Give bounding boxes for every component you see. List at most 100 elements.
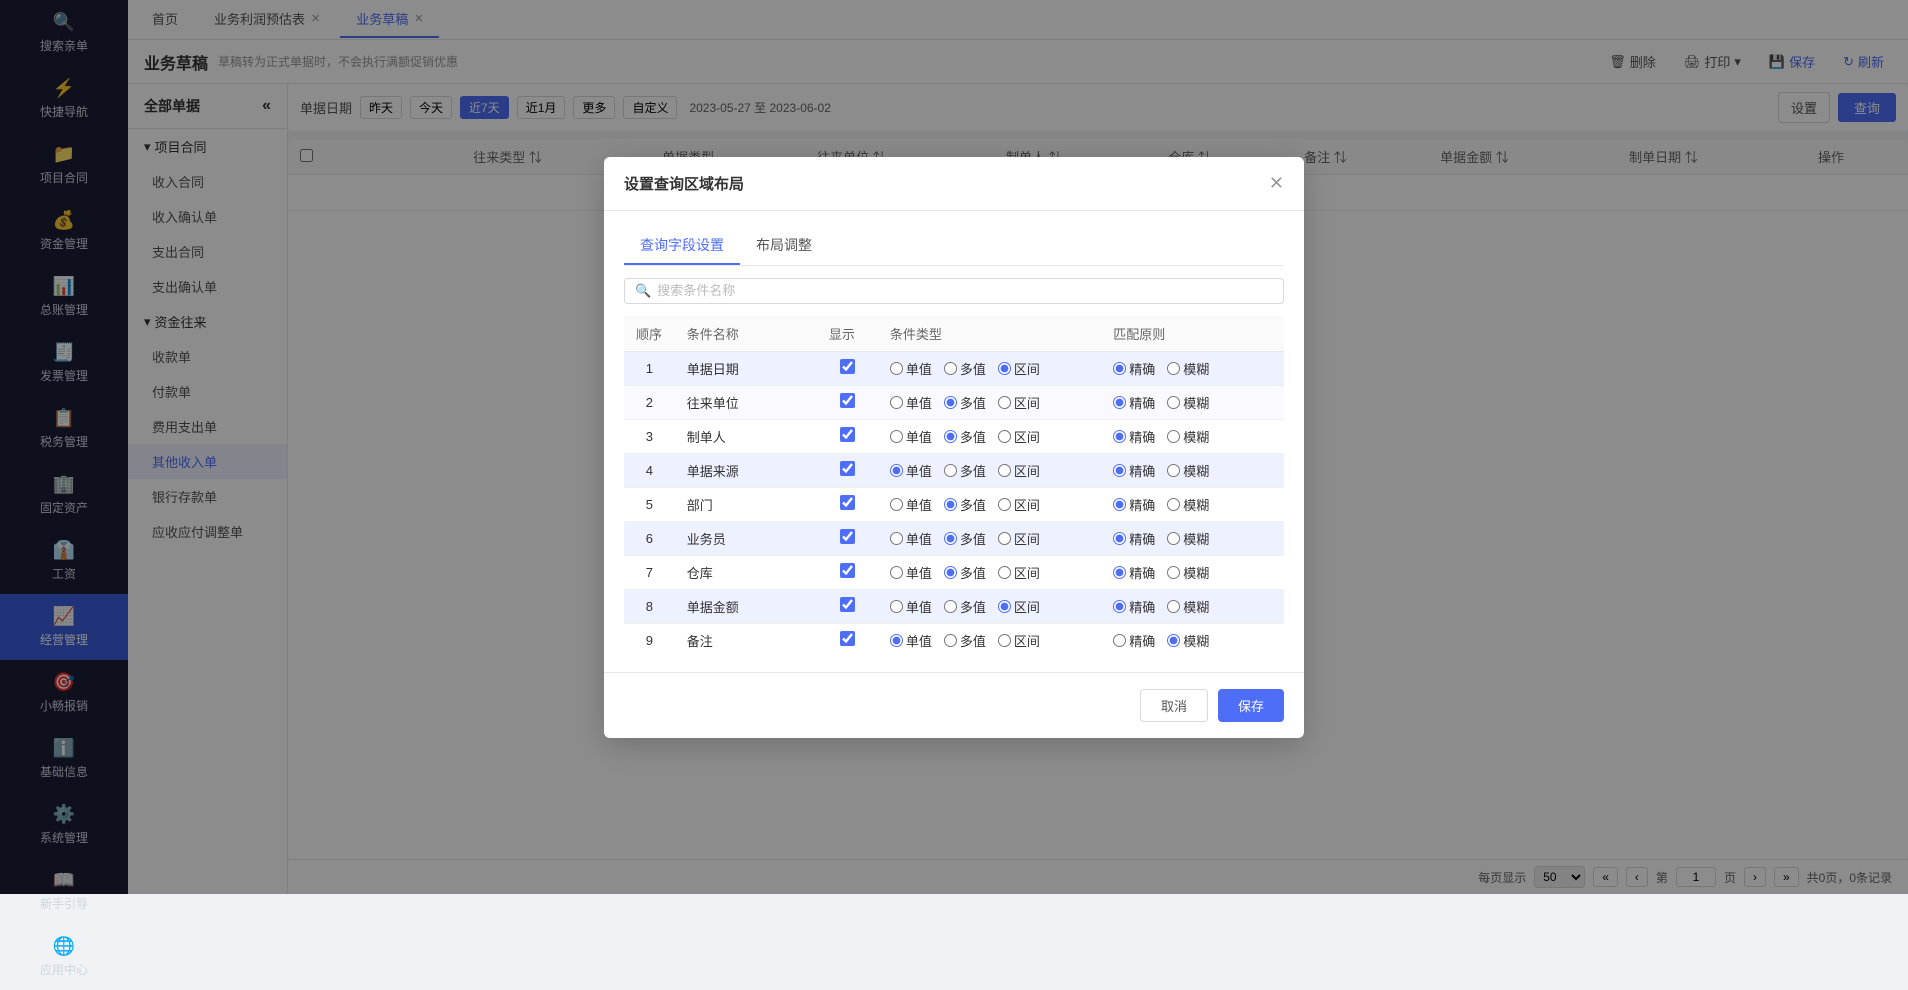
multi-value-radio-label[interactable]: 多值 <box>944 359 986 378</box>
show-checkbox[interactable] <box>840 393 855 408</box>
multi-value-radio-label[interactable]: 多值 <box>944 495 986 514</box>
range-value-radio-label[interactable]: 区间 <box>998 359 1040 378</box>
fuzzy-match-radio-label[interactable]: 模糊 <box>1167 461 1209 480</box>
single-value-radio-label[interactable]: 单值 <box>890 597 932 616</box>
range-value-radio[interactable] <box>998 634 1011 647</box>
range-value-radio[interactable] <box>998 600 1011 613</box>
single-value-radio[interactable] <box>890 464 903 477</box>
exact-match-radio-label[interactable]: 精确 <box>1113 495 1155 514</box>
single-value-radio-label[interactable]: 单值 <box>890 631 932 650</box>
range-value-radio[interactable] <box>998 396 1011 409</box>
exact-match-radio-label[interactable]: 精确 <box>1113 529 1155 548</box>
single-value-radio[interactable] <box>890 362 903 375</box>
show-checkbox[interactable] <box>840 359 855 374</box>
fuzzy-match-radio[interactable] <box>1167 566 1180 579</box>
single-value-radio-label[interactable]: 单值 <box>890 359 932 378</box>
single-value-radio-label[interactable]: 单值 <box>890 427 932 446</box>
exact-match-radio[interactable] <box>1113 634 1126 647</box>
show-checkbox[interactable] <box>840 427 855 442</box>
fuzzy-match-radio[interactable] <box>1167 498 1180 511</box>
exact-match-radio-label[interactable]: 精确 <box>1113 631 1155 650</box>
fuzzy-match-radio[interactable] <box>1167 430 1180 443</box>
fuzzy-match-radio-label[interactable]: 模糊 <box>1167 631 1209 650</box>
fuzzy-match-radio[interactable] <box>1167 396 1180 409</box>
range-value-radio[interactable] <box>998 532 1011 545</box>
modal-tab-layout[interactable]: 布局调整 <box>740 227 828 265</box>
sidebar-item-app[interactable]: 🌐 应用中心 <box>0 924 128 990</box>
fuzzy-match-radio-label[interactable]: 模糊 <box>1167 563 1209 582</box>
show-checkbox[interactable] <box>840 597 855 612</box>
exact-match-radio[interactable] <box>1113 362 1126 375</box>
cancel-button[interactable]: 取消 <box>1140 689 1208 722</box>
fuzzy-match-radio-label[interactable]: 模糊 <box>1167 529 1209 548</box>
show-checkbox[interactable] <box>840 563 855 578</box>
single-value-radio-label[interactable]: 单值 <box>890 529 932 548</box>
fuzzy-match-radio[interactable] <box>1167 600 1180 613</box>
single-value-radio[interactable] <box>890 566 903 579</box>
range-value-radio[interactable] <box>998 566 1011 579</box>
multi-value-radio[interactable] <box>944 566 957 579</box>
multi-value-radio-label[interactable]: 多值 <box>944 631 986 650</box>
single-value-radio-label[interactable]: 单值 <box>890 563 932 582</box>
fuzzy-match-radio[interactable] <box>1167 464 1180 477</box>
show-checkbox[interactable] <box>840 461 855 476</box>
multi-value-radio-label[interactable]: 多值 <box>944 393 986 412</box>
multi-value-radio[interactable] <box>944 362 957 375</box>
exact-match-radio[interactable] <box>1113 600 1126 613</box>
single-value-radio-label[interactable]: 单值 <box>890 495 932 514</box>
multi-value-radio-label[interactable]: 多值 <box>944 563 986 582</box>
fuzzy-match-radio[interactable] <box>1167 532 1180 545</box>
range-value-radio-label[interactable]: 区间 <box>998 393 1040 412</box>
range-value-radio-label[interactable]: 区间 <box>998 461 1040 480</box>
single-value-radio[interactable] <box>890 396 903 409</box>
save-modal-button[interactable]: 保存 <box>1218 689 1284 722</box>
range-value-radio[interactable] <box>998 362 1011 375</box>
exact-match-radio-label[interactable]: 精确 <box>1113 359 1155 378</box>
show-checkbox[interactable] <box>840 495 855 510</box>
fuzzy-match-radio-label[interactable]: 模糊 <box>1167 359 1209 378</box>
single-value-radio[interactable] <box>890 634 903 647</box>
show-checkbox[interactable] <box>840 631 855 646</box>
multi-value-radio[interactable] <box>944 600 957 613</box>
exact-match-radio-label[interactable]: 精确 <box>1113 597 1155 616</box>
multi-value-radio-label[interactable]: 多值 <box>944 461 986 480</box>
exact-match-radio-label[interactable]: 精确 <box>1113 461 1155 480</box>
range-value-radio[interactable] <box>998 430 1011 443</box>
multi-value-radio-label[interactable]: 多值 <box>944 529 986 548</box>
single-value-radio[interactable] <box>890 430 903 443</box>
multi-value-radio[interactable] <box>944 498 957 511</box>
multi-value-radio-label[interactable]: 多值 <box>944 597 986 616</box>
fuzzy-match-radio-label[interactable]: 模糊 <box>1167 427 1209 446</box>
range-value-radio-label[interactable]: 区间 <box>998 529 1040 548</box>
multi-value-radio-label[interactable]: 多值 <box>944 427 986 446</box>
range-value-radio[interactable] <box>998 464 1011 477</box>
range-value-radio-label[interactable]: 区间 <box>998 563 1040 582</box>
exact-match-radio[interactable] <box>1113 464 1126 477</box>
multi-value-radio[interactable] <box>944 532 957 545</box>
exact-match-radio-label[interactable]: 精确 <box>1113 563 1155 582</box>
exact-match-radio[interactable] <box>1113 396 1126 409</box>
exact-match-radio-label[interactable]: 精确 <box>1113 393 1155 412</box>
multi-value-radio[interactable] <box>944 464 957 477</box>
exact-match-radio[interactable] <box>1113 498 1126 511</box>
single-value-radio[interactable] <box>890 532 903 545</box>
fuzzy-match-radio-label[interactable]: 模糊 <box>1167 393 1209 412</box>
show-checkbox[interactable] <box>840 529 855 544</box>
exact-match-radio[interactable] <box>1113 430 1126 443</box>
exact-match-radio-label[interactable]: 精确 <box>1113 427 1155 446</box>
single-value-radio[interactable] <box>890 498 903 511</box>
single-value-radio-label[interactable]: 单值 <box>890 461 932 480</box>
single-value-radio-label[interactable]: 单值 <box>890 393 932 412</box>
fuzzy-match-radio-label[interactable]: 模糊 <box>1167 597 1209 616</box>
range-value-radio-label[interactable]: 区间 <box>998 495 1040 514</box>
range-value-radio-label[interactable]: 区间 <box>998 597 1040 616</box>
exact-match-radio[interactable] <box>1113 532 1126 545</box>
fuzzy-match-radio[interactable] <box>1167 362 1180 375</box>
single-value-radio[interactable] <box>890 600 903 613</box>
fuzzy-match-radio-label[interactable]: 模糊 <box>1167 495 1209 514</box>
modal-tab-query[interactable]: 查询字段设置 <box>624 227 740 265</box>
modal-close-button[interactable]: ✕ <box>1269 173 1284 194</box>
multi-value-radio[interactable] <box>944 430 957 443</box>
multi-value-radio[interactable] <box>944 396 957 409</box>
fuzzy-match-radio[interactable] <box>1167 634 1180 647</box>
